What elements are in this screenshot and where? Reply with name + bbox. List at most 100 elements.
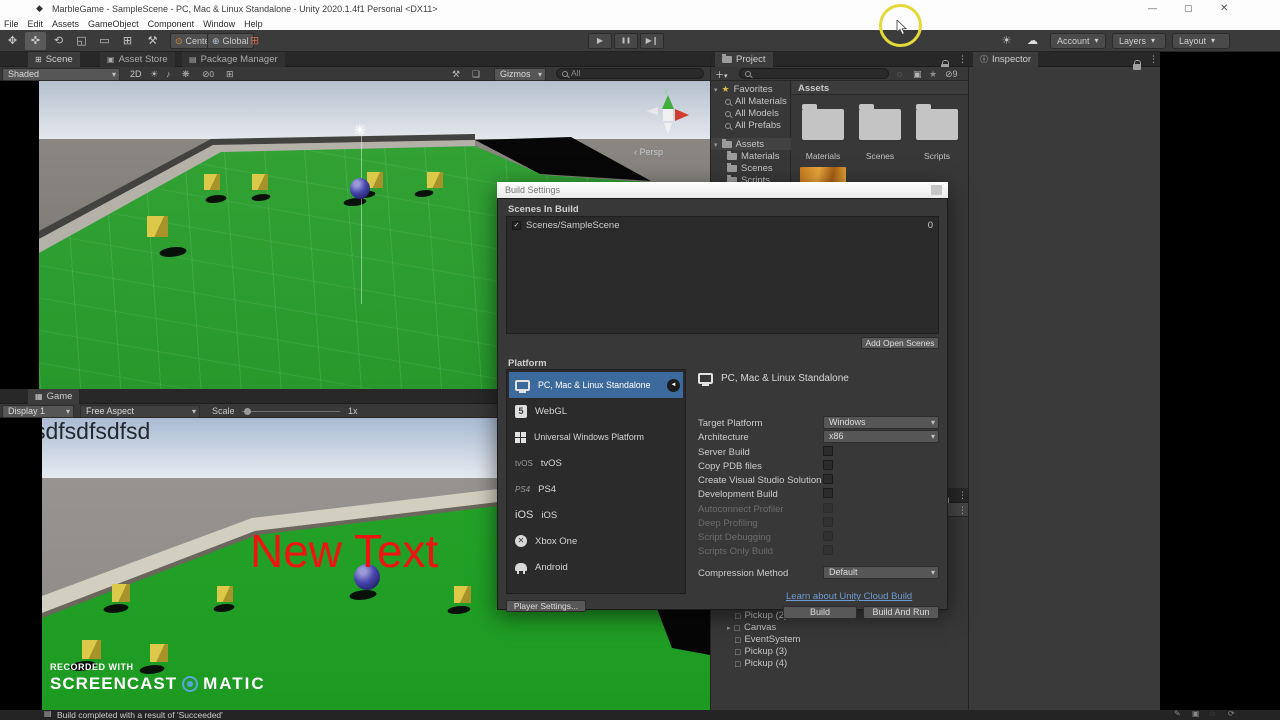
transform-tool-icon[interactable]: ⊞ <box>117 32 138 50</box>
grid-snap-icon[interactable]: ⊞ <box>244 32 265 50</box>
tray-icon[interactable]: ▣ <box>1192 709 1200 718</box>
kebab-menu-icon[interactable]: ⋮ <box>958 54 967 65</box>
pause-button[interactable]: ❚❚ <box>614 33 638 49</box>
display-dropdown[interactable]: Display 1 <box>2 405 74 418</box>
menu-gameobject[interactable]: GameObject <box>88 19 139 29</box>
tab-package-manager[interactable]: ▤ Package Manager <box>182 52 285 67</box>
tab-game[interactable]: ▦ Game <box>28 389 80 404</box>
menu-assets[interactable]: Assets <box>52 19 79 29</box>
gizmo-down-cone[interactable] <box>664 123 672 134</box>
rotate-tool-icon[interactable]: ⟲ <box>48 32 69 50</box>
kebab-menu-icon[interactable]: ⋮ <box>1149 54 1158 65</box>
scene-light-icon[interactable]: ☀ <box>150 69 158 80</box>
move-tool-icon[interactable]: ✜ <box>25 32 46 50</box>
hierarchy-item[interactable]: □ EventSystem <box>711 634 969 645</box>
scene-visibility-icon[interactable]: ⊘0 <box>202 69 214 80</box>
asset-preview-icon[interactable]: ◌ <box>897 69 902 79</box>
tab-asset-store[interactable]: ▣ Asset Store <box>100 52 175 67</box>
platform-row-android[interactable]: Android <box>509 554 683 580</box>
folder-icon-scripts[interactable] <box>916 104 958 140</box>
platform-row-ps4[interactable]: PS4 PS4 <box>509 476 683 502</box>
hierarchy-item[interactable]: □ Pickup (4) <box>711 658 969 669</box>
tray-icon[interactable]: ◌ <box>1210 709 1215 718</box>
status-message[interactable]: Build completed with a result of 'Succee… <box>57 710 223 720</box>
tree-folder-scenes[interactable]: Scenes <box>727 163 773 174</box>
tree-all-prefabs[interactable]: All Prefabs <box>725 120 781 131</box>
expander-icon[interactable]: ▸ <box>727 624 731 632</box>
tree-assets-root[interactable]: ▾ Assets <box>714 139 764 150</box>
asset-label-icon[interactable]: ▣ <box>913 69 922 80</box>
folder-icon-scenes[interactable] <box>859 104 901 140</box>
layout-dropdown[interactable]: Layout ▾ <box>1172 33 1230 49</box>
build-and-run-button[interactable]: Build And Run <box>863 606 939 619</box>
step-button[interactable]: ▶❙ <box>640 33 664 49</box>
scale-slider-knob[interactable] <box>244 408 251 415</box>
tab-project[interactable]: Project <box>715 52 773 67</box>
scene-list-row[interactable]: ✓ Scenes/SampleScene 0 <box>507 219 938 231</box>
gizmo-x-cone[interactable] <box>675 109 689 121</box>
platform-row-uwp[interactable]: Universal Windows Platform <box>509 424 683 450</box>
brightness-icon[interactable]: ☀ <box>996 32 1017 50</box>
folder-icon-materials[interactable] <box>802 104 844 140</box>
gizmo-center-box[interactable] <box>663 109 673 121</box>
scene-fx-icon[interactable]: ❋ <box>182 69 190 80</box>
persp-label[interactable]: ‹ Persp <box>634 147 663 157</box>
tree-folder-materials[interactable]: Materials <box>727 151 780 162</box>
directional-light-gizmo-icon[interactable]: ☀ <box>353 121 366 139</box>
platform-row-webgl[interactable]: 5 WebGL <box>509 398 683 424</box>
lock-icon[interactable] <box>1133 57 1141 75</box>
account-dropdown[interactable]: Account ▾ <box>1050 33 1106 49</box>
kebab-menu-icon[interactable]: ⋮ <box>958 490 967 501</box>
platform-row-tvos[interactable]: tvOS tvOS <box>509 450 683 476</box>
rect-tool-icon[interactable]: ▭ <box>94 32 115 50</box>
scene-checkbox[interactable]: ✓ <box>512 220 521 230</box>
gizmos-dropdown[interactable]: Gizmos <box>494 68 546 81</box>
favorites-star-icon[interactable]: ★ <box>929 69 937 80</box>
close-button[interactable]: ✕ <box>1220 3 1228 14</box>
expander-icon[interactable]: ▾ <box>714 141 718 149</box>
platform-row-standalone[interactable]: PC, Mac & Linux Standalone ◄ <box>509 372 683 398</box>
aspect-dropdown[interactable]: Free Aspect <box>80 405 200 418</box>
development-build-checkbox[interactable] <box>823 488 833 498</box>
compression-method-dropdown[interactable]: Default <box>823 566 939 579</box>
tray-icon[interactable]: ⟳ <box>1228 709 1235 718</box>
dialog-close-button[interactable] <box>931 185 942 195</box>
build-button[interactable]: Build <box>783 606 857 619</box>
scale-tool-icon[interactable]: ◱ <box>71 32 92 50</box>
scene-camera-icon[interactable]: ❏ <box>472 69 480 80</box>
layers-dropdown[interactable]: Layers ▾ <box>1112 33 1166 49</box>
maximize-button[interactable]: ▢ <box>1184 3 1193 14</box>
platform-row-xbox[interactable]: ✕ Xbox One <box>509 528 683 554</box>
cloud-icon[interactable]: ☁ <box>1022 32 1043 50</box>
scene-orientation-gizmo[interactable]: y <box>642 86 694 141</box>
server-build-checkbox[interactable] <box>823 446 833 456</box>
menu-file[interactable]: File <box>4 19 19 29</box>
menu-edit[interactable]: Edit <box>28 19 44 29</box>
create-vs-solution-checkbox[interactable] <box>823 474 833 484</box>
custom-tool-icon[interactable]: ⚒ <box>142 32 163 50</box>
scene-search-input[interactable]: All <box>556 68 704 79</box>
scene-audio-icon[interactable]: ♪ <box>166 69 171 79</box>
kebab-menu-icon[interactable]: ⋮ <box>958 505 967 516</box>
create-asset-button[interactable]: ＋▾ <box>715 68 728 81</box>
tree-favorites[interactable]: ▾ ★ Favorites <box>714 84 773 95</box>
menu-component[interactable]: Component <box>148 19 195 29</box>
gizmo-y-cone[interactable] <box>662 95 674 109</box>
scale-slider[interactable] <box>242 408 340 415</box>
copy-pdb-checkbox[interactable] <box>823 460 833 470</box>
scene-grid-icon[interactable]: ⊞ <box>226 69 234 80</box>
expander-icon[interactable]: ▾ <box>714 86 718 94</box>
hierarchy-item[interactable]: ▸ □ Canvas <box>711 622 969 633</box>
play-button[interactable]: ▶ <box>588 33 612 49</box>
tab-inspector[interactable]: ⓘ Inspector <box>973 52 1039 67</box>
asset-thumbnail[interactable] <box>800 167 846 183</box>
menu-window[interactable]: Window <box>203 19 235 29</box>
tray-icon[interactable]: ✎ <box>1174 709 1181 718</box>
scenes-list[interactable]: ✓ Scenes/SampleScene 0 <box>506 216 939 334</box>
gizmo-z-cone[interactable] <box>646 107 658 115</box>
target-platform-dropdown[interactable]: Windows <box>823 416 939 429</box>
platform-row-ios[interactable]: iOS iOS <box>509 502 683 528</box>
menu-help[interactable]: Help <box>244 19 263 29</box>
architecture-dropdown[interactable]: x86 <box>823 430 939 443</box>
hidden-count-badge[interactable]: ⊘9 <box>945 69 958 80</box>
